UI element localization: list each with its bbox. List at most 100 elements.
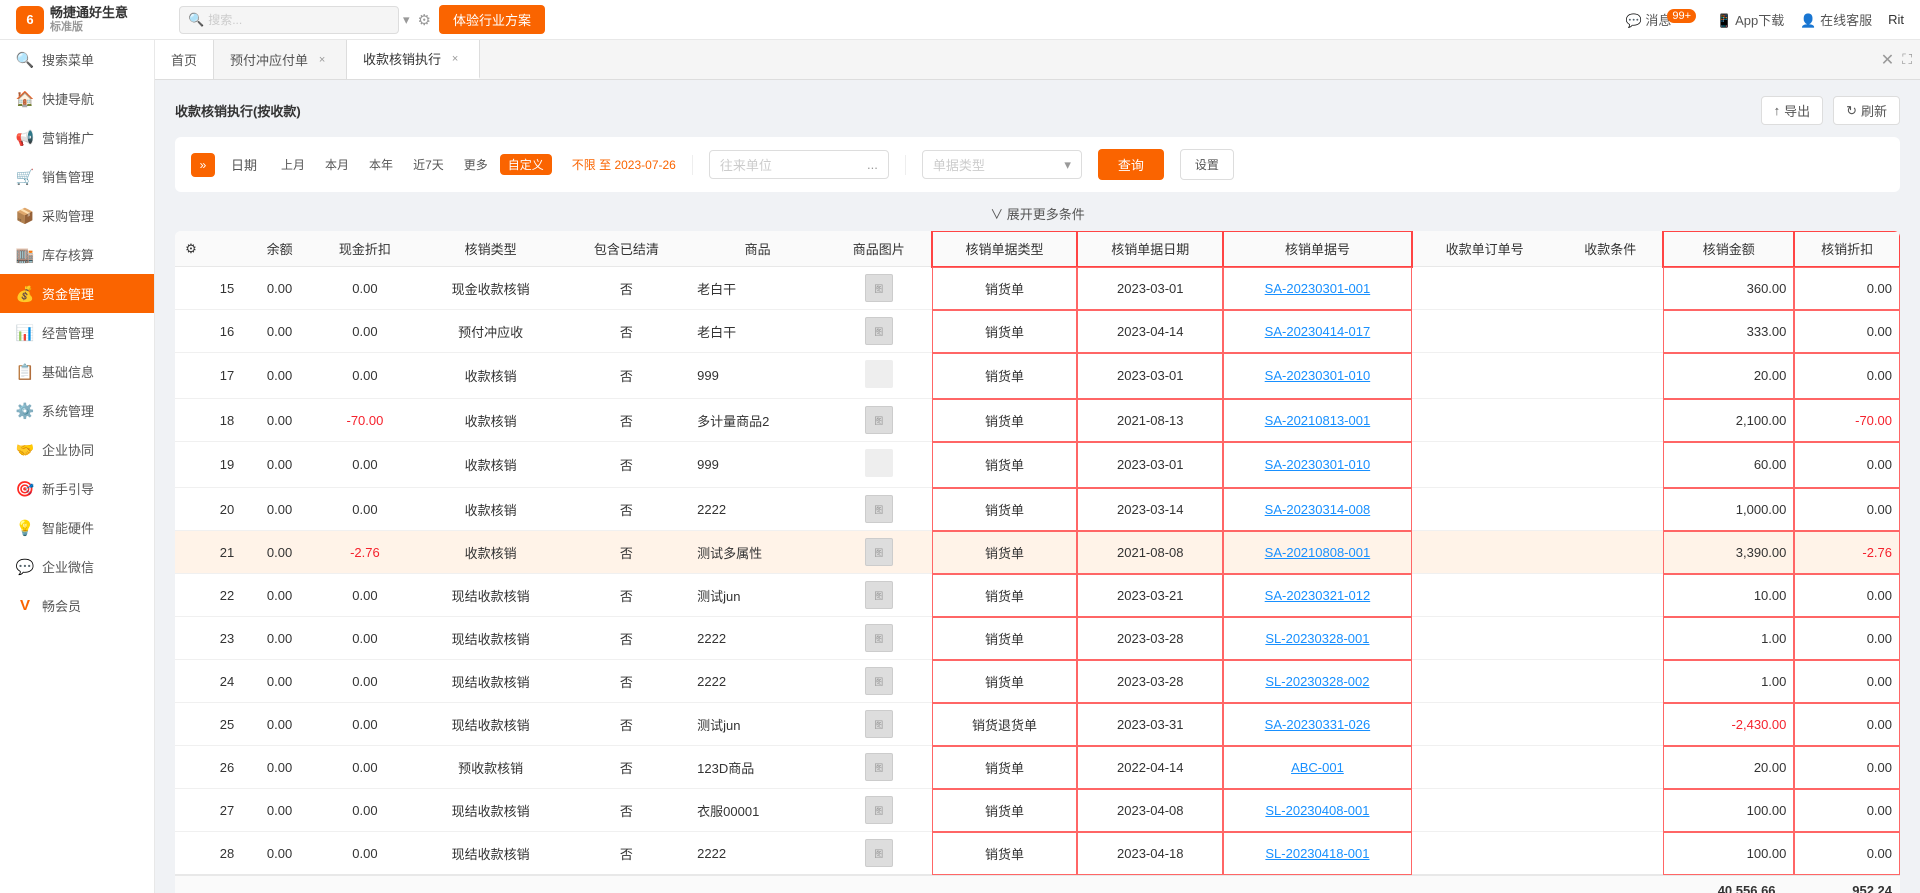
online-service-btn[interactable]: 👤 在线客服	[1800, 10, 1872, 29]
cell-included: 否	[564, 789, 690, 832]
export-icon: ↑	[1774, 103, 1781, 118]
cell-bill-date: 2023-04-14	[1077, 310, 1223, 353]
cell-bill-no[interactable]: SA-20230331-026	[1223, 703, 1412, 746]
cell-bill-no[interactable]: SA-20210808-001	[1223, 531, 1412, 574]
cell-bill-no[interactable]: ABC-001	[1223, 746, 1412, 789]
wecom-icon: 💬	[16, 558, 34, 576]
tab-close-prepay[interactable]: ×	[314, 52, 330, 68]
tab-close-cancel[interactable]: ×	[447, 51, 463, 67]
cell-cash-discount: -70.00	[312, 399, 418, 442]
cell-receipt-cond	[1558, 574, 1664, 617]
filter-collapse-btn[interactable]: »	[191, 153, 215, 177]
cell-cancel-type: 现结收款核销	[418, 660, 564, 703]
more-date-btn[interactable]: 更多	[456, 153, 496, 176]
table-row: 20 0.00 0.00 收款核销 否 2222 图 销货单 2023-03-1…	[175, 488, 1900, 531]
cell-bill-no[interactable]: SA-20230314-008	[1223, 488, 1412, 531]
sidebar-item-hardware[interactable]: 💡 智能硬件	[0, 508, 154, 547]
sidebar-item-purchase[interactable]: 📦 采购管理	[0, 196, 154, 235]
cell-cancel-disc: 0.00	[1794, 703, 1900, 746]
cell-balance: 0.00	[247, 531, 312, 574]
maximize-icon[interactable]: ⛶	[1902, 51, 1912, 68]
cell-bill-no[interactable]: SA-20230321-012	[1223, 574, 1412, 617]
data-table: ⚙ 余额 现金折扣 核销类型 包含已结清 商品 商品图片 核销单据类型 核销单据…	[175, 231, 1900, 893]
sidebar-item-finance[interactable]: 💰 资金管理	[0, 274, 154, 313]
cell-balance: 0.00	[247, 703, 312, 746]
cell-bill-no[interactable]: SA-20210813-001	[1223, 399, 1412, 442]
industry-btn[interactable]: 体验行业方案	[439, 5, 545, 34]
cell-cancel-amt: 1.00	[1663, 617, 1794, 660]
sidebar-item-basic[interactable]: 📋 基础信息	[0, 352, 154, 391]
cell-bill-no[interactable]: SL-20230328-001	[1223, 617, 1412, 660]
cell-bill-date: 2023-03-01	[1077, 353, 1223, 399]
tab-home[interactable]: 首页	[155, 40, 214, 79]
cell-cancel-disc: 0.00	[1794, 267, 1900, 310]
cell-bill-no[interactable]: SA-20230414-017	[1223, 310, 1412, 353]
cell-bill-date: 2021-08-08	[1077, 531, 1223, 574]
setting-btn[interactable]: 设置	[1180, 149, 1234, 180]
tab-cancel[interactable]: 收款核销执行 ×	[347, 40, 480, 79]
sidebar-item-wecom[interactable]: 💬 企业微信	[0, 547, 154, 586]
cell-bill-no[interactable]: SA-20230301-010	[1223, 442, 1412, 488]
cell-included: 否	[564, 617, 690, 660]
cell-balance: 0.00	[247, 574, 312, 617]
sidebar-item-operation[interactable]: 📊 经营管理	[0, 313, 154, 352]
sidebar-item-system[interactable]: ⚙️ 系统管理	[0, 391, 154, 430]
cell-cash-discount: 0.00	[312, 310, 418, 353]
cell-bill-no[interactable]: SA-20230301-010	[1223, 353, 1412, 399]
sidebar-item-sales[interactable]: 🛒 销售管理	[0, 157, 154, 196]
export-btn[interactable]: ↑ 导出	[1761, 96, 1824, 125]
cell-included: 否	[564, 832, 690, 876]
cell-no: 24	[207, 660, 247, 703]
partner-input[interactable]: 往来单位 ...	[709, 150, 889, 179]
query-btn[interactable]: 查询	[1098, 149, 1164, 180]
cell-bill-type: 销货单	[932, 832, 1078, 876]
refresh-icon: ↻	[1846, 103, 1857, 119]
cell-bill-type: 销货单	[932, 442, 1078, 488]
sidebar-item-search[interactable]: 🔍 搜索菜单	[0, 40, 154, 79]
cell-cash-discount: 0.00	[312, 617, 418, 660]
this-month-btn[interactable]: 本月	[317, 153, 357, 176]
sidebar-item-guide[interactable]: 🎯 新手引导	[0, 469, 154, 508]
sidebar-item-quick[interactable]: 🏠 快捷导航	[0, 79, 154, 118]
cell-balance: 0.00	[247, 660, 312, 703]
th-settings[interactable]: ⚙	[175, 231, 207, 267]
message-btn[interactable]: 💬 消息99+	[1626, 10, 1701, 29]
tab-prepay[interactable]: 预付冲应付单 ×	[214, 40, 347, 79]
sidebar-item-vip[interactable]: V 畅会员	[0, 586, 154, 625]
sidebar-item-corp[interactable]: 🤝 企业协同	[0, 430, 154, 469]
cell-bill-type: 销货单	[932, 531, 1078, 574]
cell-cancel-disc: 0.00	[1794, 617, 1900, 660]
gear-icon[interactable]: ⚙	[418, 11, 431, 29]
last-month-btn[interactable]: 上月	[273, 153, 313, 176]
cell-bill-no[interactable]: SA-20230301-001	[1223, 267, 1412, 310]
cell-bill-no[interactable]: SL-20230418-001	[1223, 832, 1412, 876]
cell-cash-discount: 0.00	[312, 353, 418, 399]
app-download-btn[interactable]: 📱 App下载	[1716, 10, 1784, 29]
cell-included: 否	[564, 660, 690, 703]
bill-type-select[interactable]: 单据类型 ▾	[922, 150, 1082, 179]
cell-bill-no[interactable]: SL-20230328-002	[1223, 660, 1412, 703]
this-year-btn[interactable]: 本年	[361, 153, 401, 176]
cell-balance: 0.00	[247, 488, 312, 531]
close-window-icon[interactable]: ✕	[1881, 50, 1894, 70]
last7days-btn[interactable]: 近7天	[405, 153, 452, 176]
cell-goods-img: 图	[826, 399, 932, 442]
table-row: 27 0.00 0.00 现结收款核销 否 衣服00001 图 销货单 2023…	[175, 789, 1900, 832]
cell-receipt-no	[1412, 531, 1558, 574]
cell-bill-no[interactable]: SL-20230408-001	[1223, 789, 1412, 832]
cell-goods-img: 图	[826, 617, 932, 660]
chevron-down-icon[interactable]: ▾	[403, 12, 410, 28]
cell-included: 否	[564, 442, 690, 488]
filter-divider1	[692, 155, 693, 175]
custom-date-btn[interactable]: 自定义	[500, 154, 552, 175]
cell-receipt-cond	[1558, 353, 1664, 399]
refresh-btn[interactable]: ↻ 刷新	[1833, 96, 1900, 125]
table-row: 26 0.00 0.00 预收款核销 否 123D商品 图 销货单 2022-0…	[175, 746, 1900, 789]
cell-cancel-disc: -2.76	[1794, 531, 1900, 574]
cell-receipt-no	[1412, 353, 1558, 399]
cell-cancel-type: 现结收款核销	[418, 574, 564, 617]
expand-more-btn[interactable]: ∨ 展开更多条件	[175, 204, 1900, 223]
sidebar-item-marketing[interactable]: 📢 营销推广	[0, 118, 154, 157]
sidebar-item-inventory[interactable]: 🏬 库存核算	[0, 235, 154, 274]
cell-included: 否	[564, 267, 690, 310]
